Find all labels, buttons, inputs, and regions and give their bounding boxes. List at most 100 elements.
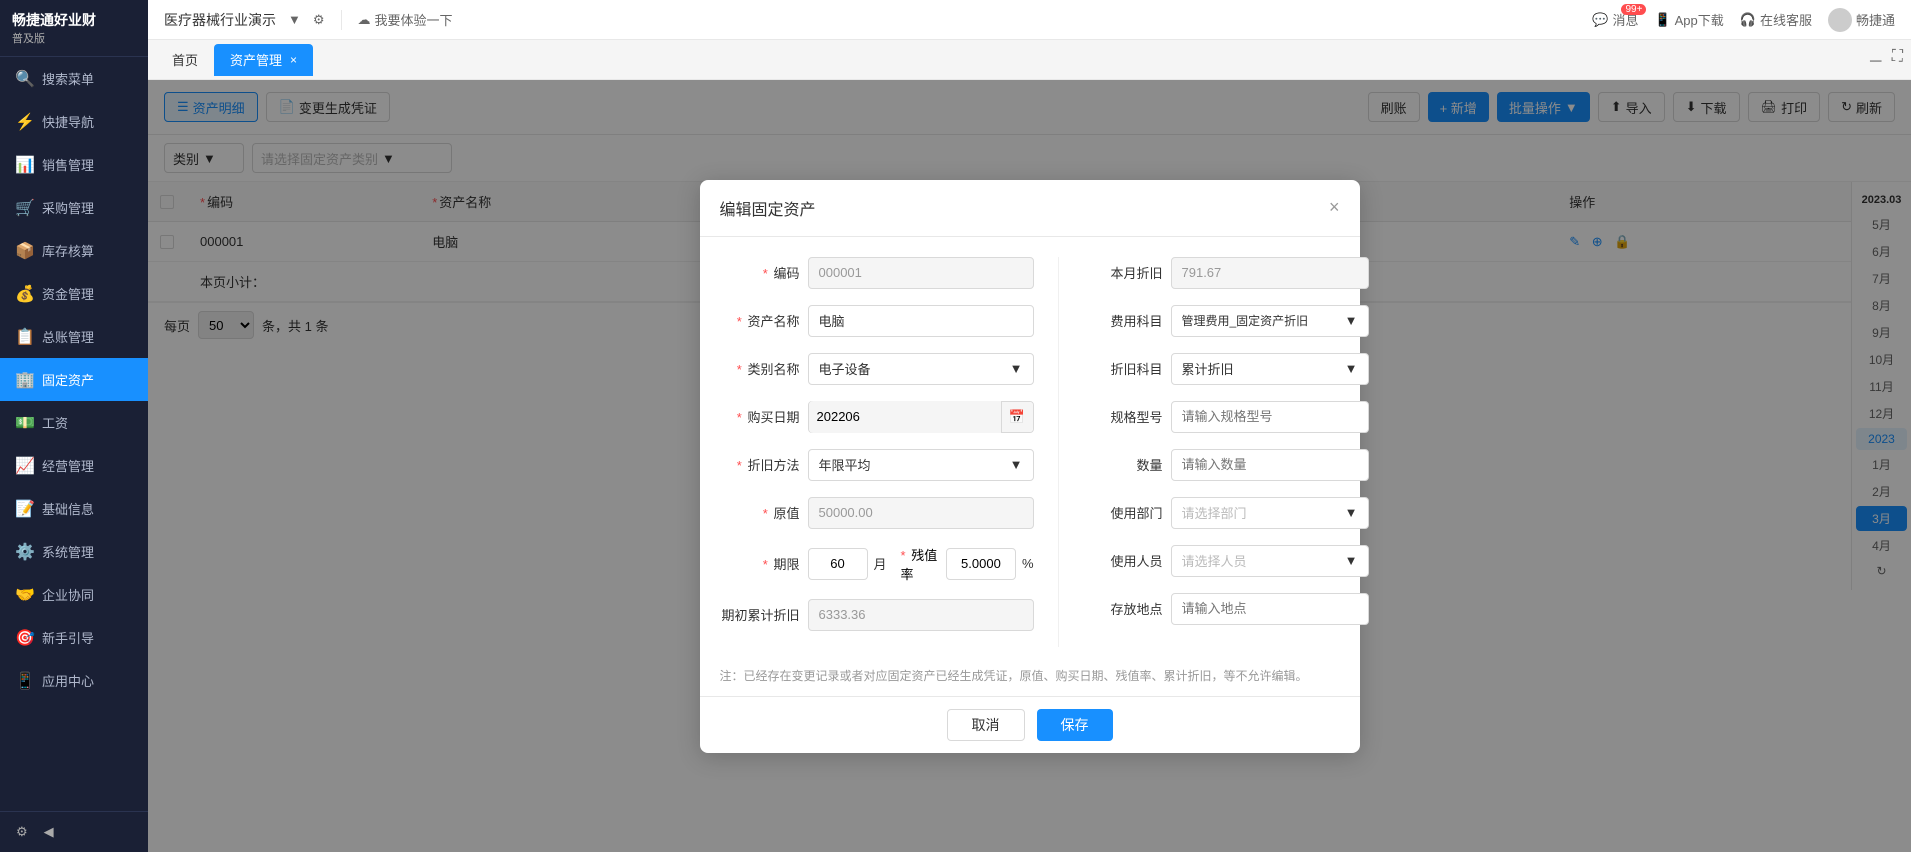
topbar: 医疗器械行业演示 ▼ ⚙ ☁ 我要体验一下 💬 消息 99+ 📱 App下载 (148, 0, 1911, 40)
person-select[interactable]: 请选择人员 ▼ (1171, 545, 1369, 577)
search-icon: 🔍 (16, 70, 34, 88)
spec-model-input[interactable] (1171, 401, 1369, 433)
tab-home[interactable]: 首页 (156, 44, 214, 76)
experience-btn[interactable]: ☁ 我要体验一下 (358, 10, 453, 29)
operation-icon: 📈 (16, 457, 34, 475)
dialog-left-column: * 编码 * 资产名称 (720, 257, 1059, 647)
tab-minimize-btn[interactable]: － (1868, 48, 1884, 72)
cloud-icon: ☁ (358, 12, 371, 28)
sidebar-item-ledger[interactable]: 📋 总账管理 (0, 315, 148, 358)
sidebar-item-inventory[interactable]: 📦 库存核算 (0, 229, 148, 272)
calendar-icon[interactable]: 📅 (1001, 402, 1033, 432)
form-row-monthly-depreciation: 本月折旧 (1083, 257, 1369, 289)
sidebar-item-capital[interactable]: 💰 资金管理 (0, 272, 148, 315)
sidebar-item-coop[interactable]: 🤝 企业协同 (0, 573, 148, 616)
tab-asset-management[interactable]: 资产管理 × (214, 44, 313, 76)
form-row-spec-model: 规格型号 (1083, 401, 1369, 433)
category-chevron-icon: ▼ (1010, 361, 1023, 376)
form-row-code: * 编码 (720, 257, 1034, 289)
quick-nav-icon: ⚡ (16, 113, 34, 131)
quantity-label: 数量 (1083, 455, 1163, 474)
company-dropdown[interactable]: ▼ (288, 12, 301, 27)
save-button[interactable]: 保存 (1037, 709, 1113, 741)
period-label: * 期限 (720, 554, 800, 573)
depreciation-subject-select[interactable]: 累计折旧 ▼ (1171, 353, 1369, 385)
form-row-depreciation-method: * 折旧方法 年限平均 ▼ (720, 449, 1034, 481)
purchase-date-input[interactable] (809, 401, 1001, 433)
original-value-input[interactable] (808, 497, 1034, 529)
department-label: 使用部门 (1083, 503, 1163, 522)
app-version: 普及版 (12, 30, 136, 46)
form-row-original-value: * 原值 (720, 497, 1034, 529)
department-select[interactable]: 请选择部门 ▼ (1171, 497, 1369, 529)
dialog-overlay: 编辑固定资产 × * 编码 (148, 80, 1911, 852)
sidebar-item-search[interactable]: 🔍 搜索菜单 (0, 57, 148, 100)
sidebar-item-appstore[interactable]: 📱 应用中心 (0, 659, 148, 702)
fixed-assets-icon: 🏢 (16, 371, 34, 389)
asset-name-input[interactable] (808, 305, 1034, 337)
message-btn[interactable]: 💬 消息 99+ (1592, 10, 1638, 29)
coop-icon: 🤝 (16, 586, 34, 604)
user-avatar (1828, 8, 1852, 32)
appstore-icon: 📱 (16, 672, 34, 690)
sidebar-item-system[interactable]: ⚙️ 系统管理 (0, 530, 148, 573)
form-row-department: 使用部门 请选择部门 ▼ (1083, 497, 1369, 529)
sidebar-collapse-btn[interactable]: ◀ (44, 824, 54, 840)
storage-location-label: 存放地点 (1083, 599, 1163, 618)
sidebar-item-sales[interactable]: 📊 销售管理 (0, 143, 148, 186)
cancel-button[interactable]: 取消 (947, 709, 1025, 741)
expense-subject-select[interactable]: 管理费用_固定资产折旧 ▼ (1171, 305, 1369, 337)
mobile-icon: 📱 (1654, 12, 1670, 28)
category-select[interactable]: 电子设备 ▼ (808, 353, 1034, 385)
original-value-label: * 原值 (720, 503, 800, 522)
form-row-storage-location: 存放地点 (1083, 593, 1369, 625)
capital-icon: 💰 (16, 285, 34, 303)
company-name: 医疗器械行业演示 (164, 10, 276, 30)
topbar-settings-btn[interactable]: ⚙ (313, 12, 325, 28)
sidebar-item-purchase[interactable]: 🛒 采购管理 (0, 186, 148, 229)
dialog-right-column: 本月折旧 费用科目 管理费用_固定资产折旧 ▼ (1059, 257, 1369, 647)
basic-info-icon: 📝 (16, 500, 34, 518)
code-label: * 编码 (720, 263, 800, 282)
ledger-icon: 📋 (16, 328, 34, 346)
sidebar-bottom: ⚙ ◀ (0, 811, 148, 852)
person-label: 使用人员 (1083, 551, 1163, 570)
depreciation-subject-chevron-icon: ▼ (1345, 361, 1358, 376)
sidebar: 畅捷通好业财 普及版 🔍 搜索菜单 ⚡ 快捷导航 📊 销售管理 🛒 采购管理 📦 (0, 0, 148, 852)
sales-icon: 📊 (16, 156, 34, 174)
customer-service-btn[interactable]: 🎧 在线客服 (1740, 10, 1812, 29)
sidebar-item-fixed-assets[interactable]: 🏢 固定资产 (0, 358, 148, 401)
sidebar-item-basic[interactable]: 📝 基础信息 (0, 487, 148, 530)
form-row-purchase-date: * 购买日期 📅 (720, 401, 1034, 433)
form-row-initial-depreciation: 期初累计折旧 (720, 599, 1034, 631)
sidebar-item-guide[interactable]: 🎯 新手引导 (0, 616, 148, 659)
dialog-footer: 取消 保存 (700, 696, 1360, 753)
edit-asset-dialog: 编辑固定资产 × * 编码 (700, 180, 1360, 753)
sidebar-item-operation[interactable]: 📈 经营管理 (0, 444, 148, 487)
period-input[interactable] (808, 548, 868, 580)
sidebar-item-nav[interactable]: ⚡ 快捷导航 (0, 100, 148, 143)
expense-subject-label: 费用科目 (1083, 311, 1163, 330)
quantity-input[interactable] (1171, 449, 1369, 481)
sidebar-nav: 🔍 搜索菜单 ⚡ 快捷导航 📊 销售管理 🛒 采购管理 📦 库存核算 💰 (0, 57, 148, 811)
app-download-btn[interactable]: 📱 App下载 (1654, 10, 1723, 29)
page-content: ☰ 资产明细 📄 变更生成凭证 刷账 + 新增 批量操作 ▼ (148, 80, 1911, 852)
purchase-icon: 🛒 (16, 199, 34, 217)
purchase-date-label: * 购买日期 (720, 407, 800, 426)
period-unit-label: 月 (874, 554, 887, 573)
sidebar-item-salary[interactable]: 💵 工资 (0, 401, 148, 444)
user-menu[interactable]: 畅捷通 (1828, 8, 1895, 32)
message-badge: 99+ (1621, 4, 1646, 15)
monthly-depreciation-input (1171, 257, 1369, 289)
storage-location-input[interactable] (1171, 593, 1369, 625)
initial-depreciation-input[interactable] (808, 599, 1034, 631)
sidebar-settings-btn[interactable]: ⚙ (16, 824, 28, 840)
tab-close-btn[interactable]: × (290, 53, 297, 67)
residual-rate-input[interactable] (946, 548, 1016, 580)
code-input[interactable] (808, 257, 1034, 289)
tab-maximize-btn[interactable]: ⛶ (1892, 48, 1903, 72)
dialog-close-btn[interactable]: × (1329, 197, 1340, 218)
form-row-expense-subject: 费用科目 管理费用_固定资产折旧 ▼ (1083, 305, 1369, 337)
topbar-right: 💬 消息 99+ 📱 App下载 🎧 在线客服 畅捷通 (1592, 8, 1895, 32)
depreciation-method-select[interactable]: 年限平均 ▼ (808, 449, 1034, 481)
